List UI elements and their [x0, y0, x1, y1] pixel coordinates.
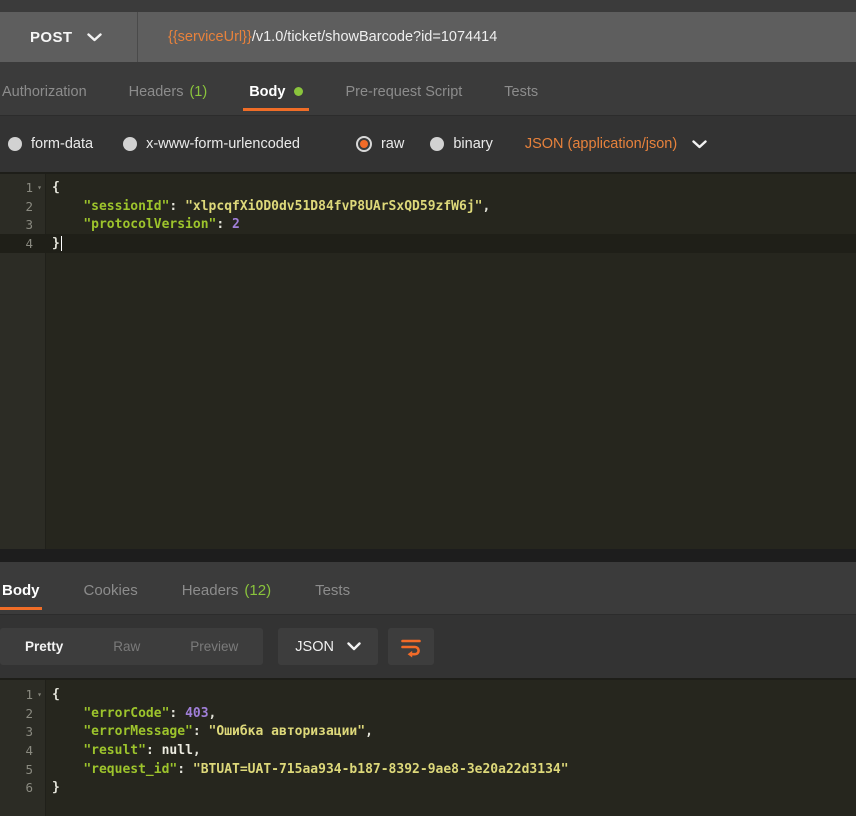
line-number: 2: [25, 198, 33, 214]
tab-label: Tests: [504, 83, 539, 100]
code-line[interactable]: 2 "errorCode": 403,: [0, 704, 856, 723]
code-text: }: [52, 780, 60, 796]
response-tab-bar: Body Cookies Headers (12) Tests: [0, 562, 856, 615]
radio-unselected-icon: [8, 137, 22, 151]
postman-window: POST {{serviceUrl}}/v1.0/ticket/showBarc…: [0, 0, 856, 816]
code-text: }: [52, 235, 63, 251]
body-type-raw[interactable]: raw: [355, 136, 405, 152]
tab-label: Cookies: [83, 581, 138, 599]
response-view-toolbar: Pretty Raw Preview JSON: [0, 615, 856, 678]
body-type-bar: form-data x-www-form-urlencoded raw bina…: [0, 116, 856, 172]
tab-pre-request-script[interactable]: Pre-request Script: [345, 68, 462, 115]
request-body-editor[interactable]: 1 ▾ {2 "sessionId": "xlpcqfXiOD0dv51D84fvP…: [0, 172, 856, 549]
view-preview-button[interactable]: Preview: [165, 628, 263, 665]
line-number: 4: [25, 742, 33, 758]
radio-unselected-icon: [430, 137, 445, 151]
wrap-text-button[interactable]: [387, 628, 434, 665]
url-input[interactable]: {{serviceUrl}}/v1.0/ticket/showBarcode?i…: [138, 12, 856, 62]
radio-label: x-www-form-urlencoded: [146, 136, 300, 152]
body-type-binary[interactable]: binary: [430, 136, 493, 152]
radio-label: form-data: [31, 136, 94, 152]
active-tab-underline: [243, 107, 310, 111]
code-line[interactable]: 2 "sessionId": "xlpcqfXiOD0dv51D84fvP8UA…: [0, 197, 856, 216]
view-mode-group: Pretty Raw Preview: [0, 628, 264, 665]
button-label: Preview: [190, 639, 239, 654]
code-line[interactable]: 1 ▾ {: [0, 178, 856, 197]
tab-authorization[interactable]: Authorization: [2, 68, 87, 115]
tab-label: Authorization: [2, 83, 87, 100]
tab-label: Pre-request Script: [345, 83, 463, 100]
response-body-editor[interactable]: 1 ▾{2 "errorCode": 403, 3 "errorMessage": …: [0, 678, 856, 816]
code-text: "result": null,: [83, 742, 201, 758]
radio-selected-icon: [355, 136, 372, 152]
chevron-down-icon: [692, 139, 707, 148]
tab-body[interactable]: Body: [243, 68, 310, 115]
active-tab-underline: [0, 606, 42, 610]
request-url-bar: POST {{serviceUrl}}/v1.0/ticket/showBarc…: [0, 12, 856, 62]
code-line[interactable]: 3 "errorMessage": "Ошибка авторизации",: [0, 722, 856, 741]
code-line[interactable]: 4}: [0, 234, 856, 253]
body-type-urlencoded[interactable]: x-www-form-urlencoded: [123, 136, 300, 152]
line-number: 6: [25, 780, 33, 796]
format-label: JSON: [295, 638, 334, 655]
response-tab-cookies[interactable]: Cookies: [84, 566, 138, 614]
code-text: "errorMessage": "Ошибка авторизации",: [83, 724, 373, 740]
code-line[interactable]: 3 "protocolVersion": 2: [0, 215, 856, 234]
body-type-form-data[interactable]: form-data: [8, 136, 93, 152]
tab-label: Tests: [315, 581, 351, 599]
line-number: 4: [25, 235, 33, 251]
chevron-down-icon: [87, 32, 103, 41]
wrap-text-icon: [401, 639, 421, 657]
tab-label: Body: [249, 83, 286, 100]
line-number: 3: [25, 724, 33, 740]
url-path: /v1.0/ticket/showBarcode?id=1074414: [251, 29, 498, 45]
tab-headers[interactable]: Headers (1): [129, 68, 208, 115]
tab-label: Body: [2, 581, 40, 599]
fold-arrow-icon[interactable]: ▾: [33, 690, 46, 699]
radio-label: binary: [453, 136, 493, 152]
text-cursor: [60, 235, 63, 251]
url-environment-variable: {{serviceUrl}}: [168, 29, 252, 45]
content-type-selector[interactable]: JSON (application/json): [525, 136, 707, 152]
line-number: 1: [25, 179, 33, 195]
fold-arrow-icon[interactable]: ▾: [33, 183, 46, 192]
radio-unselected-icon: [123, 137, 138, 151]
code-text: "errorCode": 403,: [83, 705, 217, 721]
button-label: Pretty: [25, 639, 64, 654]
code-text: "sessionId": "xlpcqfXiOD0dv51D84fvP8UArS…: [83, 198, 491, 214]
method-label: POST: [30, 28, 73, 46]
code-text: "protocolVersion": 2: [83, 217, 240, 233]
line-number: 2: [25, 705, 33, 721]
code-line[interactable]: 5 "request_id": "BTUAT=UAT-715aa934-b187…: [0, 760, 856, 779]
response-tab-tests[interactable]: Tests: [315, 566, 350, 614]
method-selector[interactable]: POST: [0, 12, 138, 62]
line-number: 5: [25, 761, 33, 777]
request-tab-bar: Authorization Headers (1) Body Pre-reque…: [0, 62, 856, 116]
code-line[interactable]: 6}: [0, 778, 856, 797]
tab-label: Headers: [128, 83, 184, 100]
window-top-strip: [0, 0, 856, 12]
code-text: {: [52, 179, 60, 195]
view-raw-button[interactable]: Raw: [88, 628, 165, 665]
headers-count-badge: (1): [189, 83, 208, 100]
body-filled-dot-icon: [294, 87, 304, 96]
response-tab-body[interactable]: Body: [0, 566, 42, 614]
content-type-label: JSON (application/json): [524, 136, 678, 152]
code-text: {: [52, 686, 60, 702]
code-line[interactable]: 1 ▾ {: [0, 685, 856, 704]
tab-tests[interactable]: Tests: [504, 68, 538, 115]
response-format-selector[interactable]: JSON: [278, 628, 378, 665]
code-text: "request_id": "BTUAT=UAT-715aa934-b187-8…: [83, 761, 569, 777]
tab-label: Headers: [181, 581, 239, 599]
line-number: 1: [25, 686, 33, 702]
button-label: Raw: [113, 639, 141, 654]
radio-label: raw: [380, 136, 405, 152]
code-line[interactable]: 4 "result": null,: [0, 741, 856, 760]
line-number: 3: [25, 217, 33, 233]
chevron-down-icon: [347, 642, 361, 651]
view-pretty-button[interactable]: Pretty: [0, 628, 88, 665]
response-tab-headers[interactable]: Headers (12): [182, 566, 271, 614]
headers-count-badge: (12): [244, 581, 272, 599]
section-divider[interactable]: [0, 549, 856, 562]
